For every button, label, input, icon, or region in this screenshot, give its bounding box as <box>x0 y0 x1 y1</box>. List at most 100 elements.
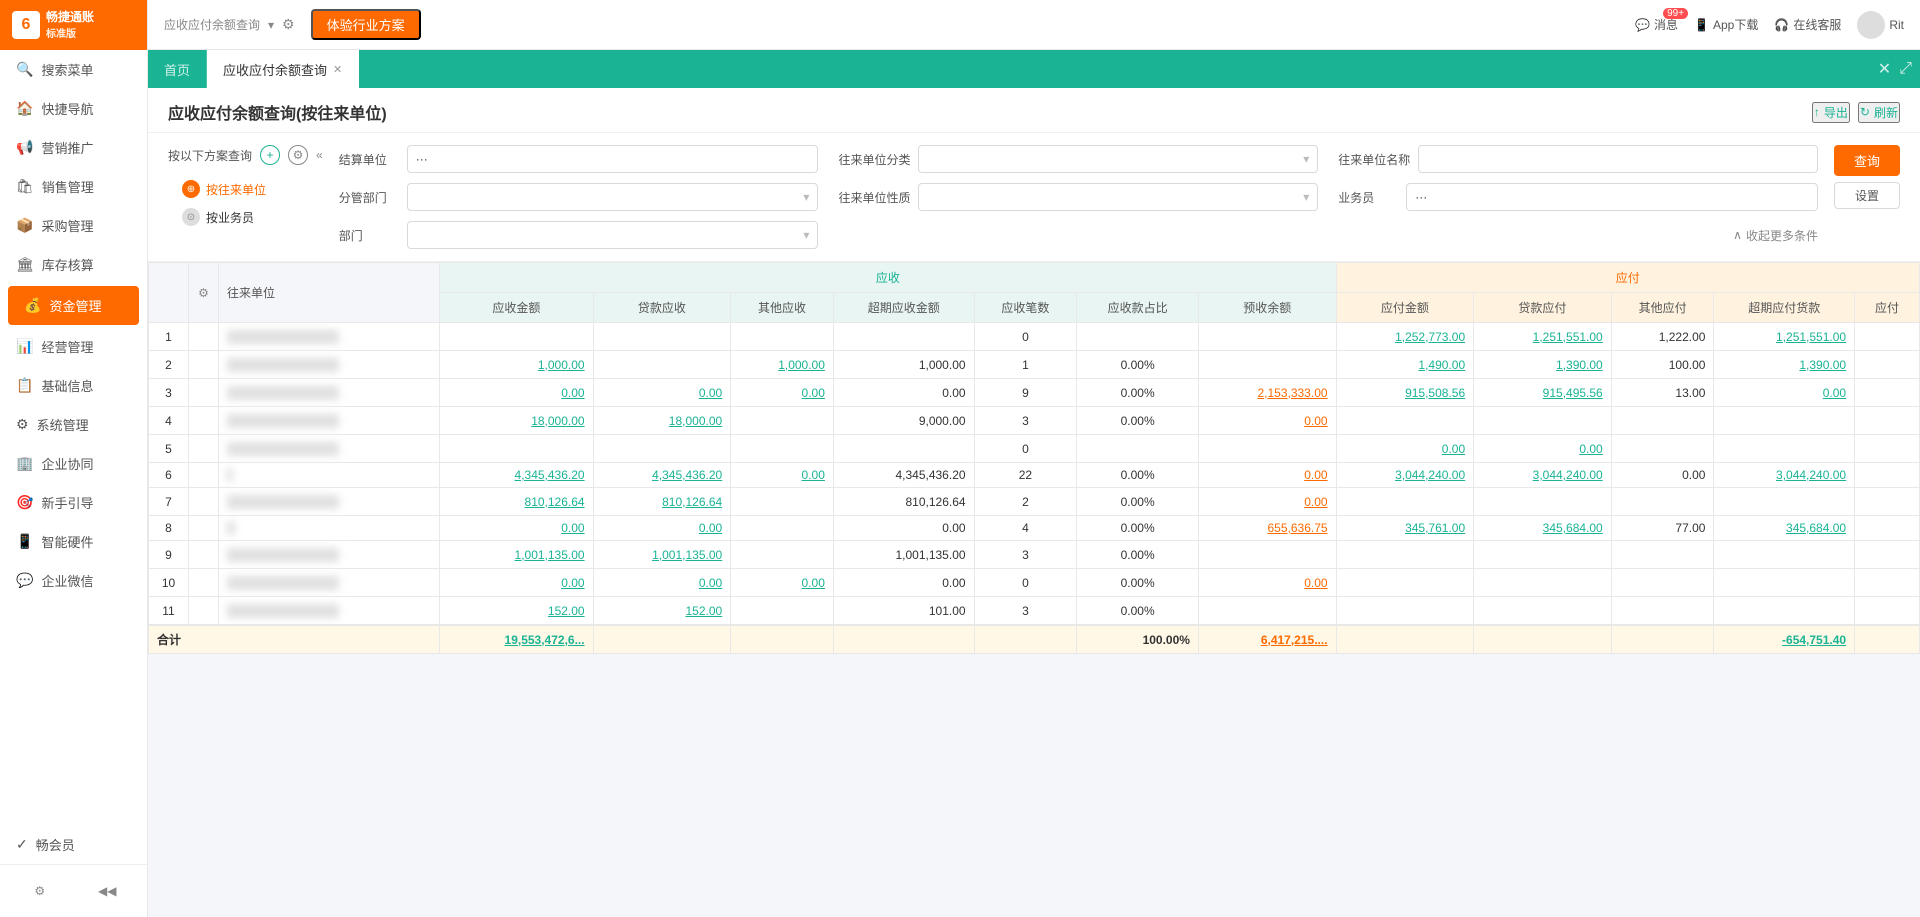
sidebar: 6 畅捷通账 标准版 🔍 搜索菜单 🏠 快捷导航 📢 营销推广 🛍 销售管理 📦… <box>0 0 148 917</box>
partner-name-cell: XXXXXXXX有限公司 <box>219 351 440 379</box>
app-icon: 📱 <box>1694 18 1709 32</box>
sidebar-logo: 6 畅捷通账 标准版 <box>0 0 147 50</box>
partner-name-cell: XXXXXXXX有限公司 <box>219 379 440 407</box>
dept-label: 部门 <box>339 227 399 244</box>
sidebar-item-operation[interactable]: 📊 经营管理 <box>0 327 147 366</box>
category-input[interactable]: ▾ <box>918 145 1318 173</box>
add-scheme-button[interactable]: + <box>260 145 280 165</box>
tab-home[interactable]: 首页 <box>148 50 207 88</box>
partner-name-cell: XXXXXXXX有限公司 <box>219 407 440 435</box>
summary-row: 合计 19,553,472,6... 100.00% 6,417,215....… <box>149 625 1920 654</box>
sidebar-item-quicknav[interactable]: 🏠 快捷导航 <box>0 89 147 128</box>
summary-overdue-payable[interactable]: -654,751.40 <box>1714 625 1855 654</box>
sidebar-item-enterprise[interactable]: 🏢 企业协同 <box>0 444 147 483</box>
settlement-input[interactable]: ··· <box>407 145 819 173</box>
summary-prepaid-balance[interactable]: 6,417,215.... <box>1198 625 1336 654</box>
salesperson-label: 业务员 <box>1338 189 1398 206</box>
sidebar-item-label: 经营管理 <box>41 337 93 356</box>
settings-icon[interactable]: ⚙ <box>198 286 209 300</box>
collapse-button[interactable]: ∧ 收起更多条件 <box>1733 227 1818 244</box>
logo-icon: 6 <box>12 11 40 39</box>
user-action[interactable]: Rit <box>1857 11 1904 39</box>
export-button[interactable]: ↑ 导出 <box>1812 102 1850 123</box>
sidebar-item-inventory[interactable]: 🏛 库存核算 <box>0 245 147 284</box>
table-row: 10XXXXXXXX有限公司0.000.000.000.0000.00%0.00 <box>149 569 1920 597</box>
sidebar-item-smarthw[interactable]: 📱 智能硬件 <box>0 522 147 561</box>
sidebar-item-label: 企业微信 <box>41 571 93 590</box>
app-label: App下载 <box>1713 16 1758 33</box>
sidebar-bottom: ⚙ ◀◀ <box>0 864 147 917</box>
page-header: 应收应付余额查询(按往来单位) ↑ 导出 ↻ 刷新 <box>148 88 1920 133</box>
sidebar-collapse-btn[interactable]: ◀◀ <box>78 875 138 907</box>
dept-input[interactable]: ▾ <box>407 221 819 249</box>
sidebar-item-wechat[interactable]: 💬 企业微信 <box>0 561 147 600</box>
gear-icon[interactable]: ⚙ <box>282 16 295 33</box>
scheme-setting-button[interactable]: ⚙ <box>288 145 308 165</box>
partner-name-cell: XXXXXXXX有限公司 <box>219 569 440 597</box>
tab-close-all-btn[interactable]: ✕ <box>1878 59 1891 79</box>
summary-receivable-count <box>974 625 1077 654</box>
page-actions: ↑ 导出 ↻ 刷新 <box>1812 102 1900 123</box>
salesperson-dots: ··· <box>1415 190 1427 204</box>
member-icon: ✓ <box>16 836 28 853</box>
sidebar-item-system[interactable]: ⚙ 系统管理 <box>0 405 147 444</box>
th-loan-receivable: 贷款应收 <box>593 293 731 323</box>
settlement-dots: ··· <box>416 152 428 166</box>
category-label: 往来单位分类 <box>838 151 910 168</box>
home-icon: 🏠 <box>16 100 33 117</box>
tab-bar: 首页 应收应付余额查询 ✕ ✕ ⤢ <box>148 50 1920 88</box>
sidebar-item-marketing[interactable]: 📢 营销推广 <box>0 128 147 167</box>
chevron-down-icon: ▾ <box>1303 152 1309 166</box>
sidebar-item-search[interactable]: 🔍 搜索菜单 <box>0 50 147 89</box>
th-overdue-receivable: 超期应收金额 <box>833 293 974 323</box>
promo-button[interactable]: 体验行业方案 <box>311 9 421 40</box>
scheme-collapse-icon[interactable]: « <box>316 148 323 162</box>
th-settings[interactable]: ⚙ <box>189 263 219 323</box>
sidebar-item-basicinfo[interactable]: 📋 基础信息 <box>0 366 147 405</box>
salesperson-input[interactable]: ··· <box>1406 183 1818 211</box>
sidebar-item-finance[interactable]: 💰 资金管理 <box>8 286 139 325</box>
sidebar-settings-btn[interactable]: ⚙ <box>10 875 70 907</box>
summary-receivable-amount[interactable]: 19,553,472,6... <box>440 625 593 654</box>
setting-button[interactable]: 设置 <box>1834 182 1900 209</box>
sidebar-item-label: 营销推广 <box>41 138 93 157</box>
message-action[interactable]: 💬 消息 99+ <box>1635 16 1678 33</box>
tab-close-icon[interactable]: ✕ <box>333 63 342 76</box>
partner-name-cell: XXXXXXXX有限公司 <box>219 541 440 569</box>
scheme-staff-label: 按业务员 <box>206 209 254 226</box>
scheme-by-staff[interactable]: ⊙ 按业务员 <box>176 205 323 229</box>
tab-receivable[interactable]: 应收应付余额查询 ✕ <box>207 50 359 88</box>
th-payable-more: 应付 <box>1855 293 1920 323</box>
query-button[interactable]: 查询 <box>1834 145 1900 176</box>
table-row: 6^4,345,436.204,345,436.200.004,345,436.… <box>149 463 1920 488</box>
nature-input[interactable]: ▾ <box>918 183 1318 211</box>
th-loan-payable: 贷款应付 <box>1474 293 1612 323</box>
scheme-unit-label: 按往来单位 <box>206 181 266 198</box>
sidebar-item-label: 搜索菜单 <box>41 60 93 79</box>
search-row-dept: 部门 ▾ <box>339 221 819 249</box>
sidebar-item-newbie[interactable]: 🎯 新手引导 <box>0 483 147 522</box>
sidebar-item-label: 智能硬件 <box>41 532 93 551</box>
table-row: 8P0.000.000.0040.00%655,636.75345,761.00… <box>149 516 1920 541</box>
refresh-button[interactable]: ↻ 刷新 <box>1858 102 1900 123</box>
dept-manage-input[interactable]: ▾ <box>407 183 819 211</box>
smart-icon: 📱 <box>16 533 33 550</box>
scheme-by-unit[interactable]: ⊕ 按往来单位 <box>176 177 323 201</box>
sidebar-item-sales[interactable]: 🛍 销售管理 <box>0 167 147 206</box>
th-payable-amount: 应付金额 <box>1336 293 1474 323</box>
chevron-down-icon: ▾ <box>268 18 274 32</box>
table-row: 5XXXXXXXX有限公司00.000.00 <box>149 435 1920 463</box>
sidebar-item-label: 新手引导 <box>41 493 93 512</box>
dept-manage-label: 分管部门 <box>339 189 399 206</box>
sidebar-item-member[interactable]: ✓ 畅会员 <box>0 825 147 864</box>
query-actions: 查询 设置 <box>1834 145 1900 209</box>
page-title: 应收应付余额查询(按往来单位) <box>168 100 1812 124</box>
tab-expand-btn[interactable]: ⤢ <box>1899 60 1912 78</box>
sidebar-item-purchase[interactable]: 📦 采购管理 <box>0 206 147 245</box>
chevron-down-icon: ▾ <box>803 228 809 242</box>
name-input[interactable] <box>1418 145 1818 173</box>
sidebar-item-label: 畅会员 <box>36 835 75 854</box>
app-download-action[interactable]: 📱 App下载 <box>1694 16 1758 33</box>
service-action[interactable]: 🎧 在线客服 <box>1774 16 1841 33</box>
newbie-icon: 🎯 <box>16 494 33 511</box>
